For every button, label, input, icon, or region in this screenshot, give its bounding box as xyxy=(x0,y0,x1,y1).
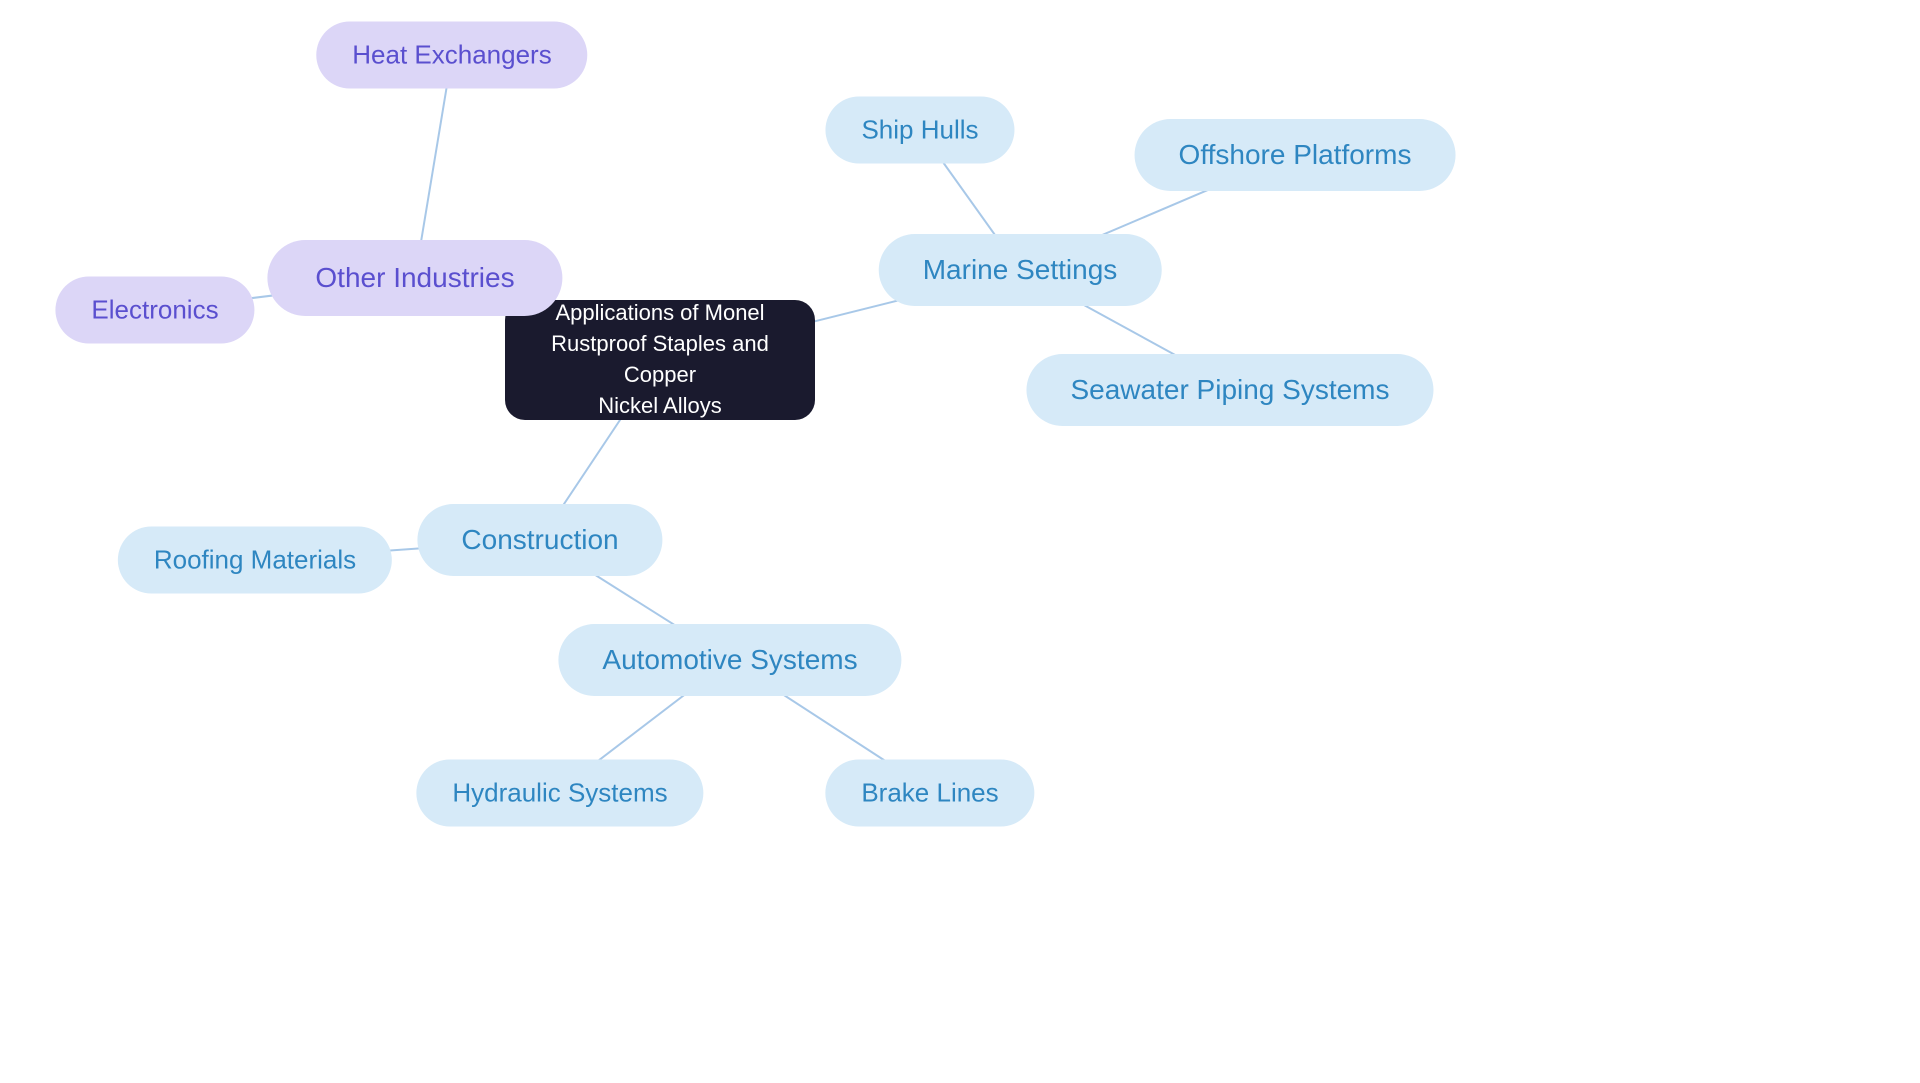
electronics-node[interactable]: Electronics xyxy=(55,277,254,344)
seawater-piping-node[interactable]: Seawater Piping Systems xyxy=(1026,354,1433,426)
ship-hulls-node[interactable]: Ship Hulls xyxy=(825,97,1014,164)
offshore-platforms-label: Offshore Platforms xyxy=(1179,139,1412,171)
hydraulic-systems-node[interactable]: Hydraulic Systems xyxy=(416,760,703,827)
construction-node[interactable]: Construction xyxy=(417,504,662,576)
center-node[interactable]: Applications of Monel Rustproof Staples … xyxy=(505,300,815,420)
automotive-systems-label: Automotive Systems xyxy=(602,644,857,676)
heat-exchangers-node[interactable]: Heat Exchangers xyxy=(316,22,587,89)
construction-label: Construction xyxy=(461,524,618,556)
center-label: Applications of Monel Rustproof Staples … xyxy=(525,298,795,421)
brake-lines-node[interactable]: Brake Lines xyxy=(825,760,1034,827)
other-industries-label: Other Industries xyxy=(315,262,514,294)
roofing-materials-node[interactable]: Roofing Materials xyxy=(118,527,392,594)
other-industries-node[interactable]: Other Industries xyxy=(267,240,562,316)
ship-hulls-label: Ship Hulls xyxy=(861,115,978,146)
heat-exchangers-label: Heat Exchangers xyxy=(352,40,551,71)
marine-settings-label: Marine Settings xyxy=(923,254,1118,286)
offshore-platforms-node[interactable]: Offshore Platforms xyxy=(1135,119,1456,191)
electronics-label: Electronics xyxy=(91,295,218,326)
hydraulic-systems-label: Hydraulic Systems xyxy=(452,778,667,809)
automotive-systems-node[interactable]: Automotive Systems xyxy=(558,624,901,696)
seawater-piping-label: Seawater Piping Systems xyxy=(1070,374,1389,406)
marine-settings-node[interactable]: Marine Settings xyxy=(879,234,1162,306)
brake-lines-label: Brake Lines xyxy=(861,778,998,809)
roofing-materials-label: Roofing Materials xyxy=(154,545,356,576)
